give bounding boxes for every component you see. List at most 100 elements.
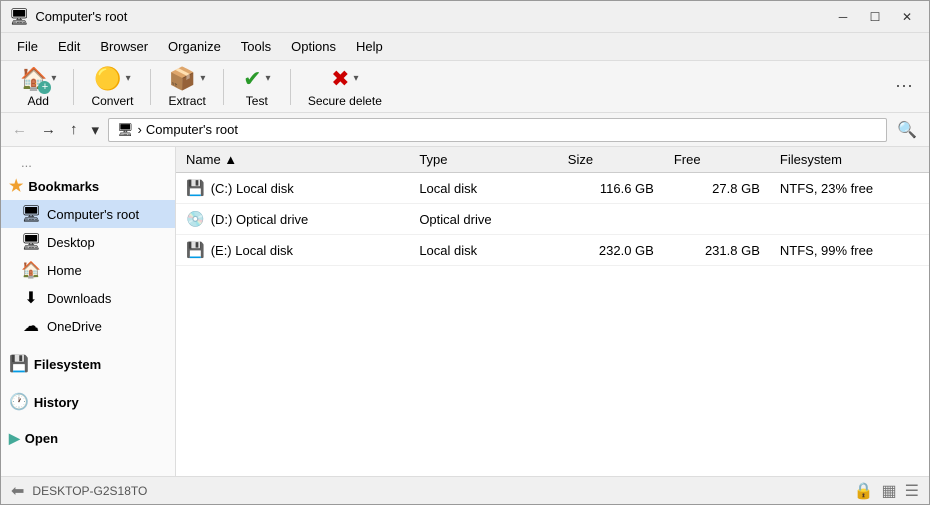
menu-item-help[interactable]: Help	[346, 36, 393, 57]
col-name-header[interactable]: Name ▲	[176, 147, 409, 173]
onedrive-label: OneDrive	[47, 319, 102, 334]
file-free-c-drive: 27.8 GB	[664, 173, 770, 204]
status-nav-icon[interactable]: ⬅	[11, 481, 24, 501]
home-label: Home	[47, 263, 82, 278]
bookmarks-label: Bookmarks	[28, 179, 99, 194]
close-button[interactable]: ✕	[893, 6, 921, 28]
menu-bar: FileEditBrowserOrganizeToolsOptionsHelp	[1, 33, 929, 61]
toolbar-btn-secure-delete[interactable]: ✖▾Secure delete	[297, 64, 393, 110]
file-type-d-drive: Optical drive	[409, 204, 557, 235]
convert-label: Convert	[91, 94, 133, 108]
toolbar-btn-extract[interactable]: 📦▾Extract	[157, 64, 216, 110]
sidebar-item-onedrive[interactable]: ☁ OneDrive	[1, 312, 175, 340]
e-drive-icon: 💾	[186, 242, 205, 259]
toolbar-btn-convert[interactable]: 🟡 ▾ Convert	[80, 64, 144, 110]
file-name-c-drive: 💾(C:) Local disk	[176, 173, 409, 204]
d-drive-icon: 💿	[186, 211, 205, 228]
file-list: Name ▲ Type Size Free Filesystem 💾(C:) L…	[176, 147, 929, 476]
add-icon: 🏠+	[20, 66, 47, 92]
menu-item-browser[interactable]: Browser	[90, 36, 158, 57]
sidebar: ... ★ Bookmarks 🖥 Computer's root 🖥 Desk…	[1, 147, 176, 476]
file-size-e-drive: 232.0 GB	[558, 235, 664, 266]
secure-delete-icon: ✖	[331, 66, 349, 92]
table-row[interactable]: 💾(E:) Local diskLocal disk232.0 GB231.8 …	[176, 235, 929, 266]
add-arrow: ▾	[51, 73, 56, 84]
toolbar-sep-3	[223, 69, 224, 105]
col-size-header[interactable]: Size	[558, 147, 664, 173]
file-name-d-drive: 💿(D:) Optical drive	[176, 204, 409, 235]
toolbar-more-button[interactable]: ⋯	[887, 72, 921, 101]
status-right: 🔒 ▦ ☰	[854, 481, 919, 501]
toolbar-btn-test[interactable]: ✔▾Test	[230, 64, 284, 110]
file-filesystem-e-drive: NTFS, 99% free	[770, 235, 929, 266]
menu-item-organize[interactable]: Organize	[158, 36, 231, 57]
secure-delete-label: Secure delete	[308, 94, 382, 108]
window-controls: ─ ☐ ✕	[829, 6, 921, 28]
menu-item-options[interactable]: Options	[281, 36, 346, 57]
toolbar-btn-add[interactable]: 🏠+ ▾Add	[9, 64, 67, 110]
file-filesystem-d-drive	[770, 204, 929, 235]
test-label: Test	[246, 94, 268, 108]
desktop-icon: 🖥	[21, 232, 41, 252]
back-button[interactable]: ←	[7, 119, 32, 140]
sidebar-item-computers-root[interactable]: 🖥 Computer's root	[1, 200, 175, 228]
add-label: Add	[28, 94, 49, 108]
menu-item-edit[interactable]: Edit	[48, 36, 90, 57]
test-icon: ✔	[243, 66, 261, 92]
convert-arrow: ▾	[126, 73, 131, 84]
sidebar-item-downloads[interactable]: ⬇ Downloads	[1, 284, 175, 312]
minimize-button[interactable]: ─	[829, 6, 857, 28]
extract-icon: 📦	[169, 66, 196, 92]
col-filesystem-header[interactable]: Filesystem	[770, 147, 929, 173]
history-header[interactable]: 🕐 History	[1, 388, 175, 416]
restore-button[interactable]: ☐	[861, 6, 889, 28]
menu-item-tools[interactable]: Tools	[231, 36, 281, 57]
table-row[interactable]: 💾(C:) Local diskLocal disk116.6 GB27.8 G…	[176, 173, 929, 204]
downloads-label: Downloads	[47, 291, 111, 306]
file-size-c-drive: 116.6 GB	[558, 173, 664, 204]
status-bar: ⬅ DESKTOP-G2S18TO 🔒 ▦ ☰	[1, 476, 929, 504]
computer-icon: 🖥	[117, 122, 134, 138]
forward-button[interactable]: →	[36, 119, 61, 140]
sidebar-item-home[interactable]: 🏠 Home	[1, 256, 175, 284]
lock-icon[interactable]: 🔒	[854, 481, 874, 501]
toolbar-sep-2	[150, 69, 151, 105]
open-label: Open	[25, 431, 58, 446]
filesystem-header[interactable]: 💾 Filesystem	[1, 350, 175, 378]
convert-icon: 🟡	[94, 66, 121, 92]
view-icon-list[interactable]: ☰	[905, 481, 919, 501]
bookmarks-header[interactable]: ★ Bookmarks	[1, 172, 175, 200]
c-drive-icon: 💾	[186, 180, 205, 197]
file-type-c-drive: Local disk	[409, 173, 557, 204]
col-free-header[interactable]: Free	[664, 147, 770, 173]
up-button[interactable]: ↑	[65, 119, 83, 140]
status-hostname: DESKTOP-G2S18TO	[32, 484, 147, 498]
search-button[interactable]: 🔍	[891, 118, 923, 142]
sidebar-item-desktop[interactable]: 🖥 Desktop	[1, 228, 175, 256]
main-content: ... ★ Bookmarks 🖥 Computer's root 🖥 Desk…	[1, 147, 929, 476]
view-icon-grid[interactable]: ▦	[882, 481, 897, 501]
downloads-icon: ⬇	[21, 288, 41, 308]
file-free-d-drive	[664, 204, 770, 235]
file-type-e-drive: Local disk	[409, 235, 557, 266]
menu-item-file[interactable]: File	[7, 36, 48, 57]
computers-root-icon: 🖥	[21, 204, 41, 224]
home-icon: 🏠	[21, 260, 41, 280]
address-path[interactable]: 🖥 › Computer's root	[108, 118, 887, 142]
open-header[interactable]: ▶ Open	[1, 426, 175, 451]
sidebar-more-button[interactable]: ...	[1, 153, 175, 172]
file-filesystem-c-drive: NTFS, 23% free	[770, 173, 929, 204]
title-icon: 🖥	[9, 7, 29, 27]
col-type-header[interactable]: Type	[409, 147, 557, 173]
files-table: Name ▲ Type Size Free Filesystem 💾(C:) L…	[176, 147, 929, 266]
table-row[interactable]: 💿(D:) Optical driveOptical drive	[176, 204, 929, 235]
desktop-label: Desktop	[47, 235, 95, 250]
toolbar-sep-4	[290, 69, 291, 105]
history-dropdown-button[interactable]: ▾	[87, 119, 105, 141]
onedrive-icon: ☁	[21, 316, 41, 336]
toolbar-sep-1	[73, 69, 74, 105]
history-label: History	[34, 395, 79, 410]
title-text: Computer's root	[35, 9, 829, 24]
file-size-d-drive	[558, 204, 664, 235]
filesystem-label: Filesystem	[34, 357, 101, 372]
